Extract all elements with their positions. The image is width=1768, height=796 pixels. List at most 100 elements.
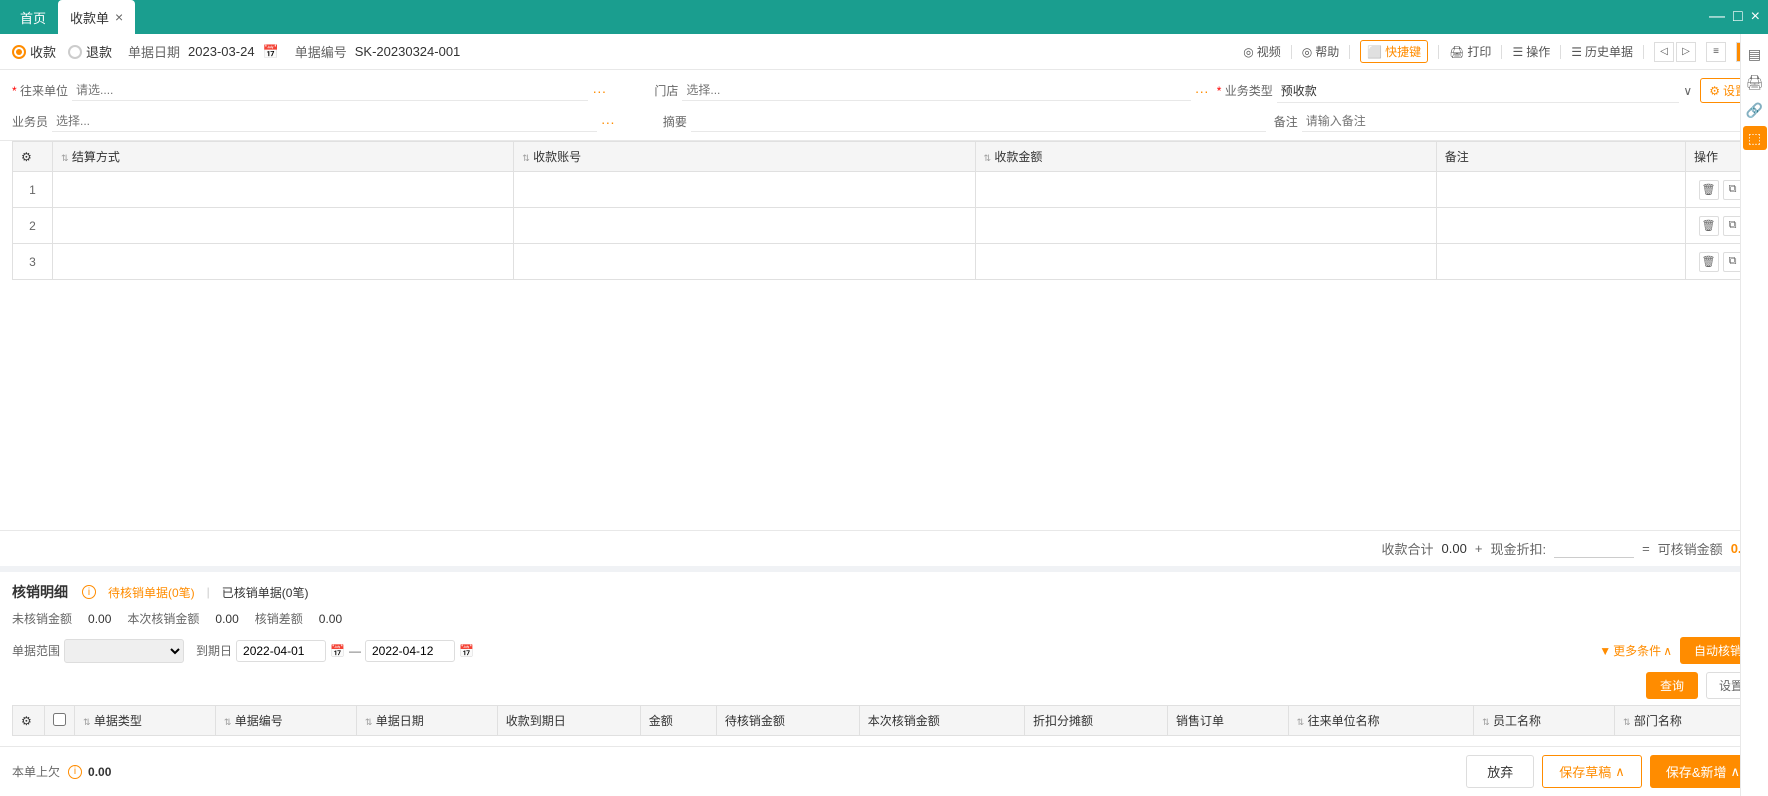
shop-more-icon[interactable]: ··· [1195,83,1209,99]
row-3-delete-icon[interactable]: 🗑 [1699,252,1719,272]
row-1-amount[interactable] [975,172,1436,208]
history-btn[interactable]: ☰ 历史单据 [1571,43,1633,60]
video-label: 视频 [1257,43,1281,60]
counterpart-input[interactable] [72,80,588,101]
table-gear-icon[interactable]: ⚙ [21,150,32,164]
table-row: 2 🗑 ⧉ [13,208,1756,244]
help-btn[interactable]: ◎ 帮助 [1302,43,1340,60]
divider6 [1643,45,1644,59]
table-row: 3 🗑 ⧉ [13,244,1756,280]
calendar-to-icon[interactable]: 📅 [459,644,474,658]
date-to-input[interactable] [365,640,455,662]
nav-next-btn[interactable]: ▷ [1676,42,1696,62]
bottom-gear-col[interactable]: ⚙ [13,706,45,736]
row-3-account[interactable] [514,244,975,280]
row-1-settlement[interactable] [53,172,514,208]
row-2-account[interactable] [514,208,975,244]
sort-icon-settlement: ⇅ [61,153,69,163]
doc-amount-info-icon[interactable]: i [68,765,82,779]
bottom-check-col [45,706,75,736]
discount-input[interactable] [1554,539,1634,558]
remark-input[interactable] [1302,111,1756,132]
bottom-col-amount: 金额 [640,706,716,736]
divider5 [1560,45,1561,59]
row-3-remark[interactable] [1436,244,1685,280]
row-1-delete-icon[interactable]: 🗑 [1699,180,1719,200]
biz-type-value[interactable]: 预收款 [1277,79,1680,103]
discount-label: 现金折扣: [1490,539,1546,558]
date-range-field: 到期日 📅 — 📅 [196,640,474,662]
biz-type-field: 业务类型 预收款 ∨ [1217,79,1692,103]
bottom-table: ⚙ ⇅ 单据类型 ⇅ 单据编号 ⇅ 单据日期 [12,705,1756,736]
remark-field: 备注 [1274,111,1756,132]
panel-print-icon[interactable]: 🖨 [1743,70,1767,94]
calendar-from-icon[interactable]: 📅 [330,644,345,658]
shortcut-btn[interactable]: ⬜ 快捷键 [1360,40,1428,63]
plus-sign: + [1475,541,1483,556]
row-2-remark[interactable] [1436,208,1685,244]
top-toolbar: 收款 退款 单据日期 2023-03-24 📅 单据编号 SK-20230324… [0,34,1768,70]
bottom-col-discount: 折扣分摊额 [1025,706,1168,736]
row-2-delete-icon[interactable]: 🗑 [1699,216,1719,236]
summary-input[interactable] [691,111,1266,132]
shortcut-icon: ⬜ [1367,45,1382,59]
discard-btn[interactable]: 放弃 [1466,755,1534,788]
tab-receipt[interactable]: 收款单 × [58,0,135,34]
panel-link-icon[interactable]: 🔗 [1743,98,1767,122]
col-account: ⇅ 收款账号 [514,142,975,172]
staff-input[interactable] [52,111,597,132]
row-3-amount[interactable] [975,244,1436,280]
right-panel: ▤ 🖨 🔗 ⬚ [1740,34,1768,796]
nav-prev-btn[interactable]: ◁ [1654,42,1674,62]
select-all-checkbox[interactable] [53,713,66,726]
row-3-settlement[interactable] [53,244,514,280]
row-2-amount[interactable] [975,208,1436,244]
row-1-account[interactable] [514,172,975,208]
window-close-icon[interactable]: × [1751,8,1760,26]
radio-receive[interactable]: 收款 [12,42,56,61]
tab-home-label: 首页 [20,8,46,27]
current-label: 本次核销金额 [127,610,199,627]
row-3-num: 3 [13,244,53,280]
print-btn[interactable]: 🖨 打印 [1449,43,1491,60]
row-2-settlement[interactable] [53,208,514,244]
total-value: 0.00 [1442,541,1467,556]
sort-date-icon: ⇅ [365,717,373,727]
biz-type-dropdown-icon[interactable]: ∨ [1683,84,1692,98]
bottom-col-staff: ⇅ 员工名称 [1474,706,1615,736]
shop-input[interactable] [682,80,1190,101]
tab-home[interactable]: 首页 [8,0,58,34]
window-restore-icon[interactable]: □ [1733,8,1743,26]
calendar-icon[interactable]: 📅 [263,44,279,60]
date-from-input[interactable] [236,640,326,662]
col-op-label: 操作 [1694,150,1718,164]
filter-right: ▼ 更多条件 ∧ 自动核销 [1599,637,1756,664]
tab-close-icon[interactable]: × [115,9,123,25]
panel-expand-icon[interactable]: ⬚ [1743,126,1767,150]
video-btn[interactable]: ◎ 视频 [1243,43,1281,60]
sort-icon-amount: ⇅ [984,153,992,163]
radio-refund[interactable]: 退款 [68,42,112,61]
history-label: 历史单据 [1585,43,1633,60]
bottom-col-counterpart: ⇅ 往来单位名称 [1288,706,1473,736]
unverified-label: 未核销金额 [12,610,72,627]
query-btn[interactable]: 查询 [1646,672,1698,699]
save-draft-btn[interactable]: 保存草稿 ∧ [1542,755,1642,788]
shop-field: 门店 ··· [614,80,1208,101]
range-select[interactable] [64,639,184,663]
footer-right: 放弃 保存草稿 ∧ 保存&新增 ∧ [1466,755,1756,788]
done-tab[interactable]: 已核销单据(0笔) [222,584,309,601]
operate-btn[interactable]: ☰ 操作 [1512,43,1550,60]
more-filter-btn[interactable]: ▼ 更多条件 ∧ [1599,642,1672,659]
counterpart-more-icon[interactable]: ··· [592,83,606,99]
staff-more-icon[interactable]: ··· [601,114,615,130]
panel-table-icon[interactable]: ▤ [1743,42,1767,66]
col-amount: ⇅ 收款金额 [975,142,1436,172]
pending-tab[interactable]: 待核销单据(0笔) [108,584,195,601]
reconcile-info-icon[interactable]: i [82,585,96,599]
list-view-btn[interactable]: ≡ [1706,42,1726,62]
window-min-icon[interactable]: — [1709,8,1725,26]
row-1-remark[interactable] [1436,172,1685,208]
table-gear-col[interactable]: ⚙ [13,142,53,172]
help-label: 帮助 [1315,43,1339,60]
